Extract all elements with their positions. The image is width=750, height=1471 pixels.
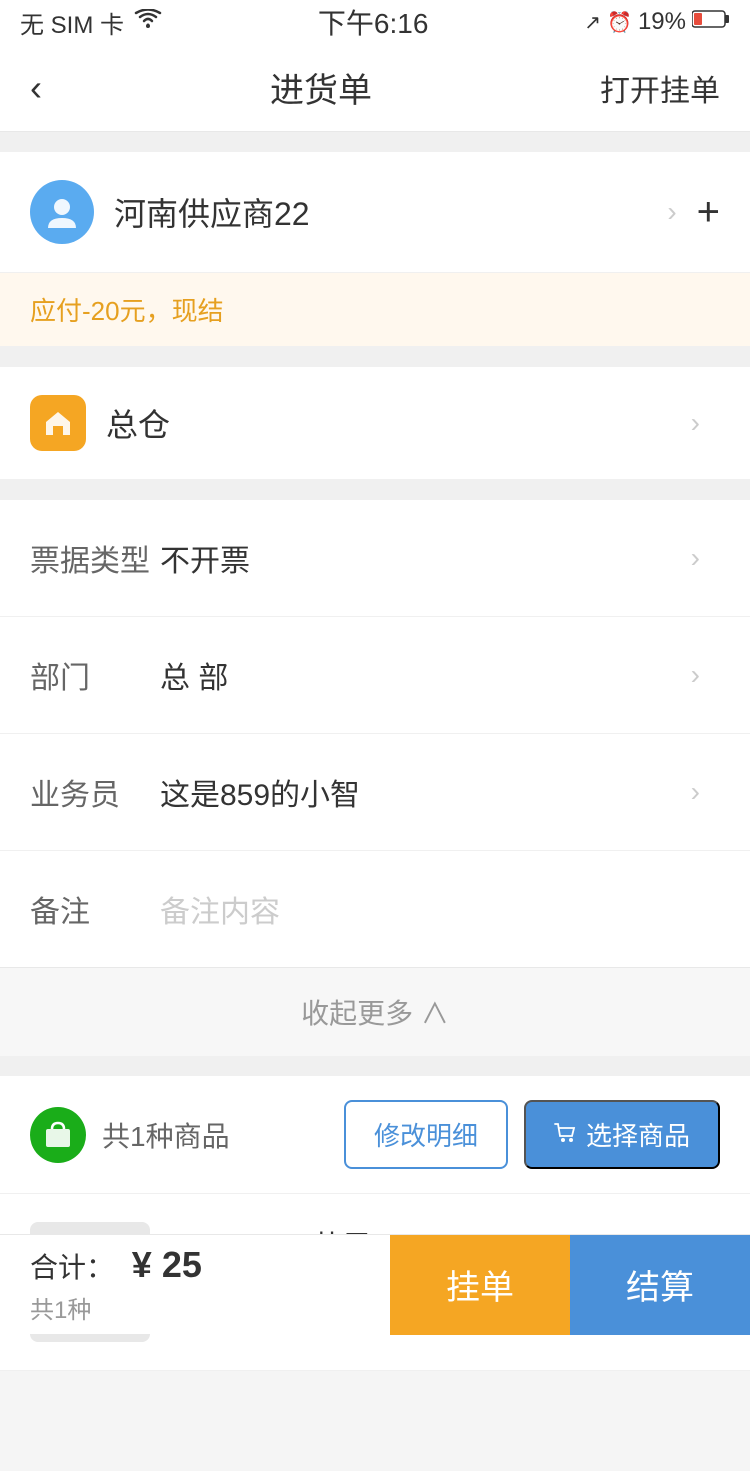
status-time: 下午6:16 — [318, 2, 429, 42]
warehouse-row[interactable]: 总仓 › — [0, 367, 750, 479]
salesman-arrow: › — [691, 776, 700, 808]
open-hold-button[interactable]: 打开挂单 — [600, 66, 720, 110]
divider-2 — [0, 347, 750, 367]
warehouse-arrow: › — [691, 407, 700, 439]
select-product-button[interactable]: 选择商品 — [524, 1100, 720, 1169]
status-bar: 无 SIM 卡 下午6:16 ↗ ⏰ 19% — [0, 0, 750, 44]
cart-icon — [554, 1119, 578, 1150]
remark-label: 备注 — [30, 887, 160, 931]
hold-button[interactable]: 挂单 — [390, 1235, 570, 1335]
total-area: 合计： ¥ 25 共1种 — [0, 1244, 390, 1325]
back-button[interactable]: ‹ — [30, 67, 42, 109]
divider-4 — [0, 1056, 750, 1076]
location-icon: ↗ — [584, 10, 601, 35]
total-label: 合计： — [30, 1252, 114, 1283]
form-section: 票据类型 不开票 › 部门 总 部 › 业务员 这是859的小智 › 备注 备注… — [0, 499, 750, 967]
total-sub: 共1种 — [30, 1290, 360, 1325]
product-header: 共1种商品 修改明细 选择商品 — [0, 1076, 750, 1194]
battery-icon — [692, 8, 730, 36]
salesman-row[interactable]: 业务员 这是859的小智 › — [0, 733, 750, 850]
invoice-value: 不开票 — [160, 536, 691, 580]
dept-label: 部门 — [30, 653, 160, 697]
wifi-icon — [134, 8, 162, 36]
salesman-label: 业务员 — [30, 770, 160, 814]
warehouse-name: 总仓 — [106, 400, 691, 446]
supplier-arrow: › — [667, 196, 676, 228]
divider-3 — [0, 479, 750, 499]
total-amount: ¥ 25 — [132, 1244, 202, 1285]
invoice-label: 票据类型 — [30, 536, 160, 580]
status-carrier: 无 SIM 卡 — [20, 5, 162, 40]
dept-arrow: › — [691, 659, 700, 691]
nav-bar: ‹ 进货单 打开挂单 — [0, 44, 750, 132]
checkout-button[interactable]: 结算 — [570, 1235, 750, 1335]
dept-value: 总 部 — [160, 653, 691, 697]
product-section-icon — [30, 1107, 86, 1163]
remark-placeholder: 备注内容 — [160, 887, 720, 931]
battery-text: 19% — [638, 8, 686, 36]
collapse-row[interactable]: 收起更多 ∧ — [0, 967, 750, 1056]
info-banner: 应付-20元，现结 — [0, 273, 750, 347]
invoice-row[interactable]: 票据类型 不开票 › — [0, 499, 750, 616]
status-indicators: ↗ ⏰ 19% — [584, 8, 730, 36]
total-line: 合计： ¥ 25 — [30, 1244, 360, 1286]
supplier-section: 河南供应商22 › + 应付-20元，现结 — [0, 152, 750, 347]
supplier-row[interactable]: 河南供应商22 › + — [0, 152, 750, 273]
warehouse-section: 总仓 › — [0, 367, 750, 479]
page-title: 进货单 — [270, 63, 372, 112]
product-count: 共1种商品 — [102, 1115, 328, 1155]
salesman-value: 这是859的小智 — [160, 770, 691, 814]
alarm-icon: ⏰ — [607, 10, 632, 35]
supplier-name: 河南供应商22 — [114, 189, 667, 235]
edit-detail-button[interactable]: 修改明细 — [344, 1100, 508, 1169]
supplier-avatar — [30, 180, 94, 244]
add-button[interactable]: + — [697, 190, 720, 235]
divider-1 — [0, 132, 750, 152]
bottom-bar: 合计： ¥ 25 共1种 挂单 结算 — [0, 1234, 750, 1334]
carrier-text: 无 SIM 卡 — [20, 5, 124, 40]
dept-row[interactable]: 部门 总 部 › — [0, 616, 750, 733]
remark-row[interactable]: 备注 备注内容 — [0, 850, 750, 967]
bottom-spacer — [0, 1371, 750, 1471]
warehouse-icon — [30, 395, 86, 451]
invoice-arrow: › — [691, 542, 700, 574]
select-product-label: 选择商品 — [586, 1116, 690, 1153]
